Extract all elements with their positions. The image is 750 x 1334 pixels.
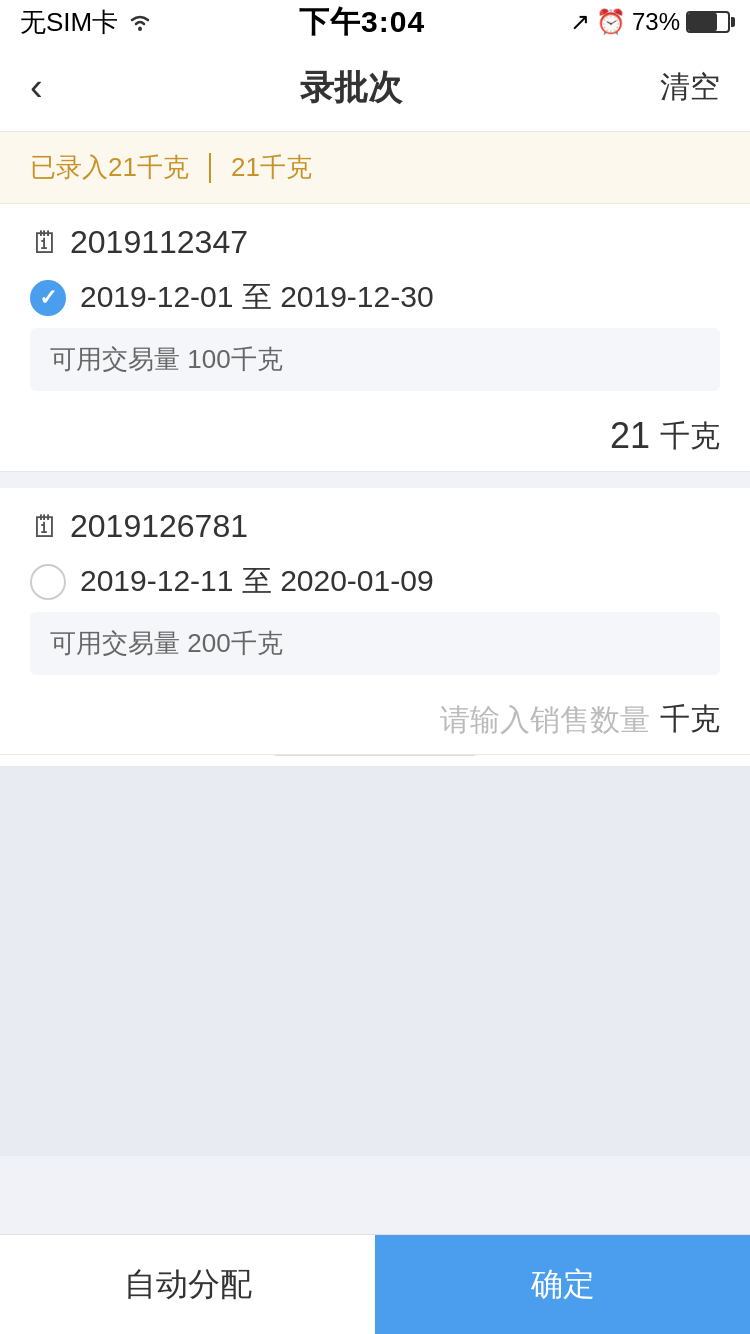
confirm-button[interactable]: 确定	[375, 1235, 750, 1334]
bottom-spacer	[0, 766, 750, 1156]
batch-1-radio[interactable]: ✓	[30, 280, 66, 316]
batch-2-available: 可用交易量 200千克	[30, 612, 720, 675]
back-button[interactable]: ‹	[30, 66, 43, 109]
gap-1	[0, 472, 750, 488]
battery-percentage: 73%	[632, 8, 680, 36]
svg-point-0	[138, 27, 142, 31]
batch-2-quantity-row[interactable]: 千克	[0, 689, 750, 755]
batch-2-quantity-input[interactable]	[270, 703, 650, 737]
batch-1-date: 2019-12-01 至 2019-12-30	[80, 277, 434, 318]
status-time: 下午3:04	[299, 2, 425, 43]
nav-bar: ‹ 录批次 清空	[0, 44, 750, 132]
batch-item-1: 🗓 2019112347 ✓ 2019-12-01 至 2019-12-30 可…	[0, 204, 750, 472]
check-icon-1: ✓	[39, 285, 57, 311]
batch-1-unit: 千克	[660, 416, 720, 457]
battery-icon	[686, 11, 730, 33]
batch-1-available: 可用交易量 100千克	[30, 328, 720, 391]
info-banner: 已录入21千克 21千克	[0, 132, 750, 204]
status-bar: 无SIM卡 下午3:04 ↗ ⏰ 73%	[0, 0, 750, 44]
batch-1-header: 🗓 2019112347	[0, 204, 750, 271]
batch-2-date-row[interactable]: 2019-12-11 至 2020-01-09	[0, 555, 750, 612]
batch-2-unit: 千克	[660, 699, 720, 740]
status-left: 无SIM卡	[20, 5, 154, 40]
input-underline	[275, 755, 475, 756]
alarm-icon: ⏰	[596, 8, 626, 36]
clear-button[interactable]: 清空	[660, 67, 720, 108]
carrier-text: 无SIM卡	[20, 5, 118, 40]
bottom-buttons: 自动分配 确定	[0, 1234, 750, 1334]
batch-2-date: 2019-12-11 至 2020-01-09	[80, 561, 434, 602]
batch-1-id: 2019112347	[70, 224, 248, 261]
recorded-amount: 已录入21千克	[30, 150, 189, 185]
banner-divider	[209, 153, 211, 183]
location-icon: ↗	[570, 8, 590, 36]
batch-item-2: 🗓 2019126781 2019-12-11 至 2020-01-09 可用交…	[0, 488, 750, 766]
batch-2-radio[interactable]	[30, 564, 66, 600]
batch-id-icon-2: 🗓	[30, 510, 60, 544]
batch-1-quantity: 21	[610, 415, 650, 457]
total-amount: 21千克	[231, 150, 312, 185]
auto-distribute-button[interactable]: 自动分配	[0, 1235, 375, 1334]
batch-1-date-row[interactable]: ✓ 2019-12-01 至 2019-12-30	[0, 271, 750, 328]
wifi-icon	[126, 12, 154, 32]
batch-1-quantity-row: 21 千克	[0, 405, 750, 472]
page-title: 录批次	[300, 65, 402, 111]
batch-id-icon-1: 🗓	[30, 226, 60, 260]
status-right: ↗ ⏰ 73%	[570, 8, 730, 36]
batch-2-header: 🗓 2019126781	[0, 488, 750, 555]
batch-2-id: 2019126781	[70, 508, 248, 545]
